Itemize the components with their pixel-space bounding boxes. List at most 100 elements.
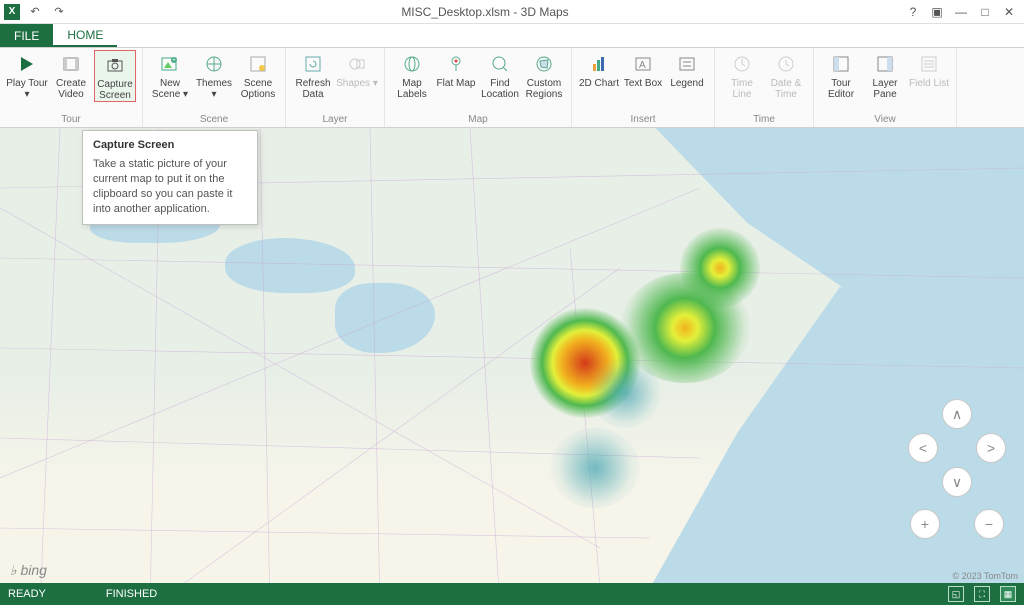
refresh-data-button[interactable]: Refresh Data [292, 50, 334, 100]
heatmap-blob-4 [550, 428, 640, 508]
ribbon-tabs: FILE HOME [0, 24, 1024, 48]
bar-chart-icon [587, 52, 611, 76]
globe-icon [202, 52, 226, 76]
flat-map-button[interactable]: Flat Map [435, 50, 477, 100]
window-title: MISC_Desktop.xlsm - 3D Maps [68, 5, 902, 19]
close-button[interactable]: ✕ [998, 3, 1020, 21]
new-scene-button[interactable]: + New Scene ▾ [149, 50, 191, 100]
tour-editor-button[interactable]: Tour Editor [820, 50, 862, 100]
group-label-map: Map [468, 114, 487, 127]
picture-plus-icon: + [158, 52, 182, 76]
status-bar: READY FINISHED ◱ ⛶ ▦ [0, 583, 1024, 605]
pan-up-button[interactable]: ∧ [942, 399, 972, 429]
2d-chart-button[interactable]: 2D Chart [578, 50, 620, 89]
gear-sun-icon [246, 52, 270, 76]
svg-text:A: A [639, 60, 646, 71]
pane-right-icon [873, 52, 897, 76]
status-ready: READY [8, 588, 46, 600]
date-time-button: Date & Time [765, 50, 807, 100]
capture-screen-button[interactable]: Capture Screen [94, 50, 136, 102]
custom-regions-label: Custom Regions [523, 78, 565, 100]
group-label-time: Time [753, 114, 775, 127]
refresh-data-label: Refresh Data [292, 78, 334, 100]
redo-button[interactable]: ↷ [50, 3, 68, 21]
group-label-scene: Scene [200, 114, 228, 127]
view-mode-3-button[interactable]: ▦ [1000, 586, 1016, 602]
capture-screen-tooltip: Capture Screen Take a static picture of … [82, 130, 258, 225]
list-icon [917, 52, 941, 76]
view-mode-1-button[interactable]: ◱ [948, 586, 964, 602]
legend-button[interactable]: Legend [666, 50, 708, 89]
ribbon-group-insert: 2D Chart A Text Box Legend Insert [572, 48, 715, 127]
search-globe-icon [488, 52, 512, 76]
time-line-label: Time Line [721, 78, 763, 100]
group-label-tour: Tour [61, 114, 80, 127]
title-bar: X ↶ ↷ MISC_Desktop.xlsm - 3D Maps ? ▣ — … [0, 0, 1024, 24]
pan-left-button[interactable]: < [908, 433, 938, 463]
play-tour-button[interactable]: Play Tour ▾ [6, 50, 48, 102]
field-list-label: Field List [909, 78, 949, 89]
create-video-label: Create Video [50, 78, 92, 100]
heatmap-blob-5 [590, 358, 660, 428]
pane-left-icon [829, 52, 853, 76]
tab-file[interactable]: FILE [0, 24, 53, 47]
layer-pane-button[interactable]: Layer Pane [864, 50, 906, 100]
flat-map-label: Flat Map [437, 78, 476, 89]
legend-icon [675, 52, 699, 76]
film-icon [59, 52, 83, 76]
tooltip-body: Take a static picture of your current ma… [93, 157, 247, 216]
field-list-button: Field List [908, 50, 950, 100]
zoom-in-button[interactable]: + [910, 509, 940, 539]
text-box-button[interactable]: A Text Box [622, 50, 664, 89]
bing-label: bing [21, 562, 47, 578]
layer-pane-label: Layer Pane [864, 78, 906, 100]
ribbon-group-view: Tour Editor Layer Pane Field List View [814, 48, 957, 127]
textbox-icon: A [631, 52, 655, 76]
bing-logo: ♭ bing [10, 562, 47, 579]
create-video-button[interactable]: Create Video [50, 50, 92, 102]
custom-regions-button[interactable]: Custom Regions [523, 50, 565, 100]
date-time-label: Date & Time [765, 78, 807, 100]
clock-icon [774, 52, 798, 76]
tooltip-title: Capture Screen [93, 139, 247, 151]
pan-right-button[interactable]: > [976, 433, 1006, 463]
help-button[interactable]: ? [902, 3, 924, 21]
zoom-out-button[interactable]: − [974, 509, 1004, 539]
undo-button[interactable]: ↶ [26, 3, 44, 21]
play-tour-label: Play Tour ▾ [6, 78, 48, 100]
ribbon-group-layer: Refresh Data Shapes ▾ Layer [286, 48, 385, 127]
timeline-icon [730, 52, 754, 76]
status-finished: FINISHED [106, 588, 157, 600]
camera-icon [103, 53, 127, 77]
map-nav-controls: ∧ < > ∨ + − [908, 399, 1006, 539]
shapes-icon [345, 52, 369, 76]
maximize-button[interactable]: □ [974, 3, 996, 21]
shapes-label: Shapes ▾ [336, 78, 378, 89]
map-labels-label: Map Labels [391, 78, 433, 100]
tab-home[interactable]: HOME [53, 24, 117, 47]
group-label-view: View [874, 114, 896, 127]
view-mode-2-button[interactable]: ⛶ [974, 586, 990, 602]
2d-chart-label: 2D Chart [579, 78, 619, 89]
time-line-button: Time Line [721, 50, 763, 100]
map-labels-button[interactable]: Map Labels [391, 50, 433, 100]
ribbon-group-map: Map Labels Flat Map Find Location Custom… [385, 48, 572, 127]
globe-label-icon [400, 52, 424, 76]
find-location-button[interactable]: Find Location [479, 50, 521, 100]
refresh-icon [301, 52, 325, 76]
regions-icon [532, 52, 556, 76]
excel-icon: X [4, 4, 20, 20]
group-label-layer: Layer [322, 114, 347, 127]
themes-button[interactable]: Themes ▾ [193, 50, 235, 100]
ribbon-display-button[interactable]: ▣ [926, 3, 948, 21]
ribbon-group-scene: + New Scene ▾ Themes ▾ Scene Options Sce… [143, 48, 286, 127]
ribbon-group-time: Time Line Date & Time Time [715, 48, 814, 127]
scene-options-button[interactable]: Scene Options [237, 50, 279, 100]
pan-down-button[interactable]: ∨ [942, 467, 972, 497]
play-icon [15, 52, 39, 76]
capture-screen-label: Capture Screen [95, 79, 135, 101]
tour-editor-label: Tour Editor [820, 78, 862, 100]
ribbon-group-tour: Play Tour ▾ Create Video Capture Screen … [0, 48, 143, 127]
ribbon: Play Tour ▾ Create Video Capture Screen … [0, 48, 1024, 128]
minimize-button[interactable]: — [950, 3, 972, 21]
